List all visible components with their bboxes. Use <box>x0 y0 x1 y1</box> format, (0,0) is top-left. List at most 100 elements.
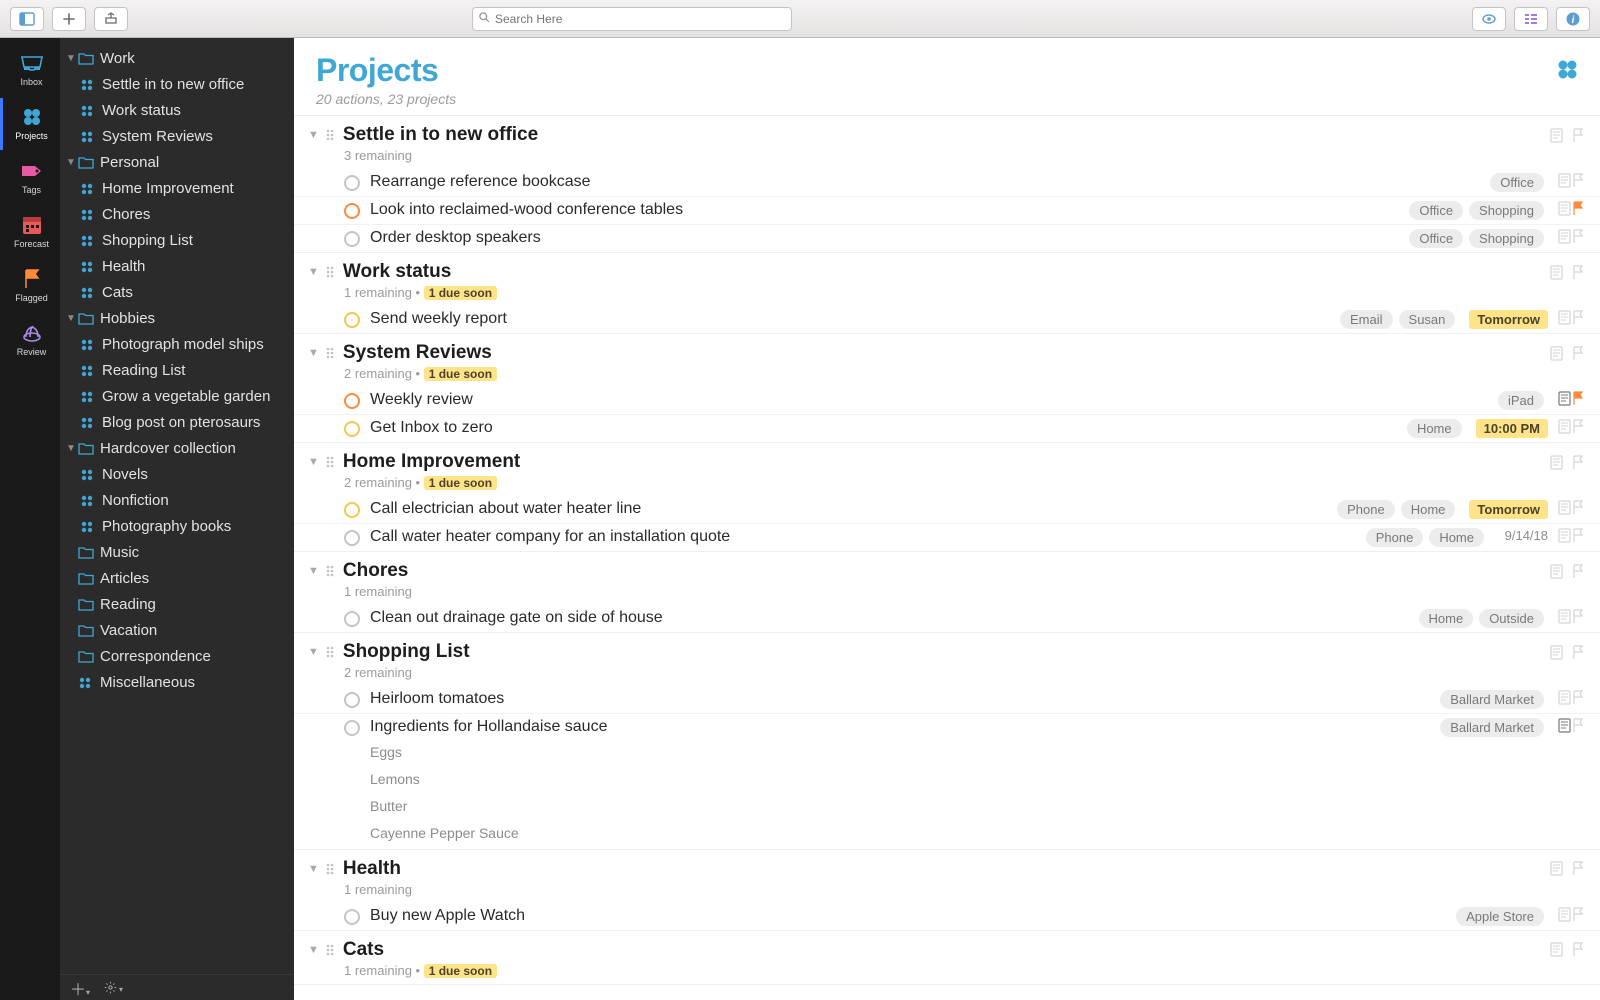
sidebar-settings-button[interactable]: ▾ <box>104 979 123 997</box>
drag-handle-icon[interactable] <box>325 455 335 469</box>
disclosure-triangle-icon[interactable]: ▼ <box>308 944 319 956</box>
task-row[interactable]: Rearrange reference bookcaseOffice <box>294 169 1600 196</box>
sidebar-item[interactable]: Photograph model ships <box>60 332 294 358</box>
note-icon[interactable] <box>1550 942 1563 957</box>
sidebar-item[interactable]: ▼Personal <box>60 150 294 176</box>
task-checkbox[interactable] <box>344 421 360 437</box>
task-checkbox[interactable] <box>344 692 360 708</box>
note-icon[interactable] <box>1550 265 1563 280</box>
task-row[interactable]: Get Inbox to zeroHome10:00 PM <box>294 414 1600 442</box>
note-icon[interactable] <box>1558 310 1571 325</box>
flag-icon[interactable] <box>1571 455 1584 470</box>
flag-icon[interactable] <box>1571 942 1584 957</box>
add-sidebar-button[interactable]: ＋▾ <box>70 976 90 1000</box>
toggle-sidebar-button[interactable] <box>10 7 44 31</box>
tag-pill[interactable]: Home <box>1419 609 1474 628</box>
note-icon[interactable] <box>1558 690 1571 705</box>
disclosure-triangle-icon[interactable]: ▼ <box>308 266 319 278</box>
flag-icon[interactable] <box>1571 265 1584 280</box>
flag-icon[interactable] <box>1571 128 1584 143</box>
rail-flagged[interactable]: Flagged <box>0 260 60 312</box>
inspector-button[interactable]: i <box>1556 7 1590 31</box>
disclosure-triangle-icon[interactable]: ▼ <box>66 153 76 173</box>
disclosure-triangle-icon[interactable]: ▼ <box>308 565 319 577</box>
rail-review[interactable]: Review <box>0 314 60 366</box>
drag-handle-icon[interactable] <box>325 645 335 659</box>
task-checkbox[interactable] <box>344 720 360 736</box>
tag-pill[interactable]: Apple Store <box>1456 907 1544 926</box>
sidebar-item[interactable]: Grow a vegetable garden <box>60 384 294 410</box>
sidebar-item[interactable]: ▼Work <box>60 46 294 72</box>
tag-pill[interactable]: iPad <box>1498 391 1544 410</box>
note-icon[interactable] <box>1558 173 1571 188</box>
sidebar-item[interactable]: Reading <box>60 592 294 618</box>
rail-forecast[interactable]: Forecast <box>0 206 60 258</box>
note-icon[interactable] <box>1550 861 1563 876</box>
flag-icon[interactable] <box>1571 690 1584 705</box>
flag-icon[interactable] <box>1571 500 1584 515</box>
task-checkbox[interactable] <box>344 909 360 925</box>
task-row[interactable]: Order desktop speakersOfficeShopping <box>294 224 1600 252</box>
task-row[interactable]: Buy new Apple WatchApple Store <box>294 903 1600 930</box>
disclosure-triangle-icon[interactable]: ▼ <box>308 456 319 468</box>
rail-inbox[interactable]: Inbox <box>0 44 60 96</box>
sidebar-item[interactable]: Music <box>60 540 294 566</box>
project-header[interactable]: ▼Chores <box>294 552 1600 584</box>
task-checkbox[interactable] <box>344 231 360 247</box>
task-row[interactable]: Heirloom tomatoesBallard Market <box>294 686 1600 713</box>
sidebar-item[interactable]: Nonfiction <box>60 488 294 514</box>
project-header[interactable]: ▼System Reviews <box>294 334 1600 366</box>
sidebar-item[interactable]: Home Improvement <box>60 176 294 202</box>
rail-tags[interactable]: Tags <box>0 152 60 204</box>
disclosure-triangle-icon[interactable]: ▼ <box>308 863 319 875</box>
note-icon[interactable] <box>1558 391 1571 406</box>
task-row[interactable]: Ingredients for Hollandaise sauceBallard… <box>294 713 1600 741</box>
sidebar-item[interactable]: ▼Hobbies <box>60 306 294 332</box>
task-checkbox[interactable] <box>344 312 360 328</box>
task-checkbox[interactable] <box>344 611 360 627</box>
note-icon[interactable] <box>1550 564 1563 579</box>
note-icon[interactable] <box>1558 907 1571 922</box>
tag-pill[interactable]: Ballard Market <box>1440 690 1544 709</box>
tag-pill[interactable]: Email <box>1340 310 1393 329</box>
flag-icon[interactable] <box>1571 609 1584 624</box>
note-icon[interactable] <box>1558 500 1571 515</box>
flag-icon[interactable] <box>1571 310 1584 325</box>
project-header[interactable]: ▼Shopping List <box>294 633 1600 665</box>
note-icon[interactable] <box>1558 528 1571 543</box>
tag-pill[interactable]: Home <box>1401 500 1456 519</box>
flag-icon[interactable] <box>1571 229 1584 244</box>
note-icon[interactable] <box>1550 128 1563 143</box>
flag-icon[interactable] <box>1571 346 1584 361</box>
drag-handle-icon[interactable] <box>325 943 335 957</box>
task-checkbox[interactable] <box>344 393 360 409</box>
project-header[interactable]: ▼Settle in to new office <box>294 116 1600 148</box>
tag-pill[interactable]: Susan <box>1399 310 1456 329</box>
note-icon[interactable] <box>1558 201 1571 216</box>
rail-projects[interactable]: Projects <box>0 98 60 150</box>
sidebar-item[interactable]: Photography books <box>60 514 294 540</box>
task-row[interactable]: Call electrician about water heater line… <box>294 496 1600 523</box>
flag-icon[interactable] <box>1571 907 1584 922</box>
sidebar-item[interactable]: Shopping List <box>60 228 294 254</box>
project-header[interactable]: ▼Home Improvement <box>294 443 1600 475</box>
flag-icon[interactable] <box>1571 419 1584 434</box>
flag-icon[interactable] <box>1571 861 1584 876</box>
tag-pill[interactable]: Shopping <box>1469 229 1544 248</box>
sidebar-item[interactable]: Miscellaneous <box>60 670 294 696</box>
disclosure-triangle-icon[interactable]: ▼ <box>66 49 76 69</box>
sidebar-item[interactable]: Cats <box>60 280 294 306</box>
note-icon[interactable] <box>1558 229 1571 244</box>
tag-pill[interactable]: Phone <box>1366 528 1424 547</box>
note-icon[interactable] <box>1558 718 1571 733</box>
sidebar-item[interactable]: System Reviews <box>60 124 294 150</box>
flag-icon[interactable] <box>1571 718 1584 733</box>
note-icon[interactable] <box>1550 346 1563 361</box>
note-icon[interactable] <box>1550 645 1563 660</box>
view-button[interactable] <box>1514 7 1548 31</box>
cleanup-button[interactable] <box>94 7 128 31</box>
disclosure-triangle-icon[interactable]: ▼ <box>66 309 76 329</box>
drag-handle-icon[interactable] <box>325 346 335 360</box>
sidebar-item[interactable]: ▼Hardcover collection <box>60 436 294 462</box>
task-row[interactable]: Weekly reviewiPad <box>294 387 1600 414</box>
